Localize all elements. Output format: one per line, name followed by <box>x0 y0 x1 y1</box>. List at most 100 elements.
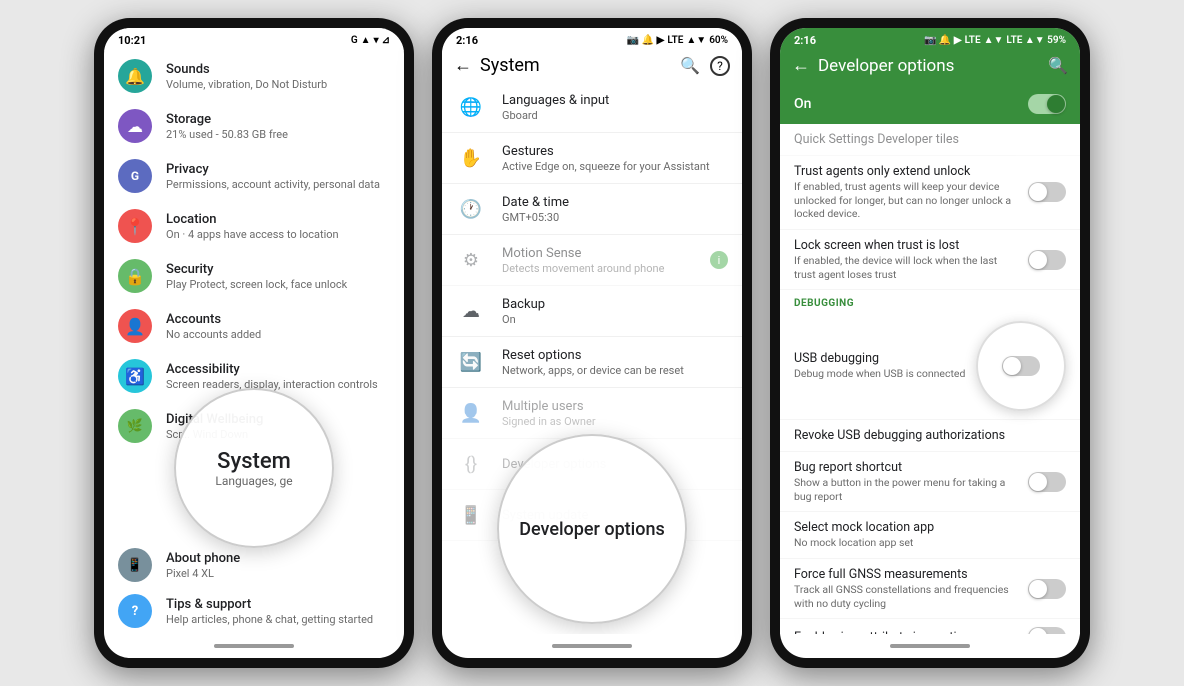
languages-title: Languages & input <box>502 93 728 108</box>
wifi-icon: ▾ <box>374 35 379 46</box>
search-icon-3[interactable]: 🔍 <box>1048 56 1068 75</box>
toggle-thumb <box>1003 357 1021 375</box>
gnss-item[interactable]: Force full GNSS measurements Track all G… <box>780 559 1080 619</box>
list-item[interactable]: ☁ Backup On <box>442 286 742 337</box>
top-icons-3: 🔍 <box>1048 56 1068 75</box>
gestures-icon: ✋ <box>456 143 486 173</box>
top-bar-2: ← System 🔍 ? <box>442 51 742 82</box>
security-subtitle: Play Protect, screen lock, face unlock <box>166 278 390 291</box>
list-item[interactable]: 🔔 Sounds Volume, vibration, Do Not Distu… <box>104 51 404 101</box>
notification-icons-2: 📷 🔔 ▶ <box>627 35 665 46</box>
sounds-icon: 🔔 <box>118 59 152 93</box>
reset-subtitle: Network, apps, or device can be reset <box>502 364 728 377</box>
signal-icon: ▲ <box>361 35 371 46</box>
list-item[interactable]: G Privacy Permissions, account activity,… <box>104 151 404 201</box>
trust-agents-toggle[interactable] <box>1028 182 1066 202</box>
list-item[interactable]: 🔒 Security Play Protect, screen lock, fa… <box>104 251 404 301</box>
lock-screen-item[interactable]: Lock screen when trust is lost If enable… <box>780 230 1080 290</box>
accessibility-title: Accessibility <box>166 362 390 377</box>
trust-agents-item[interactable]: Trust agents only extend unlock If enabl… <box>780 156 1080 230</box>
list-item[interactable]: 🕐 Date & time GMT+05:30 <box>442 184 742 235</box>
usb-debugging-sub: Debug mode when USB is connected <box>794 367 976 381</box>
sounds-subtitle: Volume, vibration, Do Not Disturb <box>166 78 390 91</box>
gnss-toggle[interactable] <box>1028 579 1066 599</box>
nav-bar-3 <box>780 634 1080 658</box>
bug-report-title: Bug report shortcut <box>794 460 1020 475</box>
system-list: 🌐 Languages & input Gboard ✋ Gestures Ac… <box>442 82 742 634</box>
toggle-thumb <box>1029 183 1047 201</box>
about-phone-icon: 📱 <box>118 548 152 582</box>
notification-icons-3: 📷 🔔 ▶ <box>924 35 962 46</box>
list-item[interactable]: ✋ Gestures Active Edge on, squeeze for y… <box>442 133 742 184</box>
mock-location-item[interactable]: Select mock location app No mock locatio… <box>780 512 1080 559</box>
top-icons-2: 🔍 ? <box>680 56 730 76</box>
debugging-section-label: DEBUGGING <box>780 290 1080 313</box>
battery-icon: ⊿ <box>382 35 390 46</box>
phone-2: 2:16 📷 🔔 ▶ LTE ▲▼ 60% ← System 🔍 ? 🌐 Lan… <box>432 18 752 668</box>
list-item[interactable]: 👤 Accounts No accounts added <box>104 301 404 351</box>
on-toggle-row[interactable]: On <box>780 84 1080 124</box>
users-title: Multiple users <box>502 399 728 414</box>
storage-subtitle: 21% used - 50.83 GB free <box>166 128 390 141</box>
list-item[interactable]: 👤 Multiple users Signed in as Owner <box>442 388 742 439</box>
developer-options-circle-text: Developer options <box>519 519 665 540</box>
lock-screen-toggle[interactable] <box>1028 250 1066 270</box>
on-label: On <box>794 96 811 112</box>
usb-toggle-area <box>976 321 1066 411</box>
back-button-3[interactable]: ← <box>792 55 810 76</box>
bug-report-item[interactable]: Bug report shortcut Show a button in the… <box>780 452 1080 512</box>
motion-title: Motion Sense <box>502 246 694 261</box>
circle-sub-text: Languages, ge <box>215 474 292 488</box>
bug-report-toggle[interactable] <box>1028 472 1066 492</box>
top-bar-3: ← Developer options 🔍 <box>780 51 1080 84</box>
search-icon-2[interactable]: 🔍 <box>680 56 700 76</box>
home-indicator-2 <box>552 644 632 648</box>
list-item[interactable]: 🌐 Languages & input Gboard <box>442 82 742 133</box>
quick-settings-title: Quick Settings Developer tiles <box>794 132 1066 147</box>
toggle-thumb <box>1047 95 1065 113</box>
status-icons-3: 📷 🔔 ▶ LTE ▲▼ LTE ▲▼ 59% <box>924 35 1066 46</box>
trust-agents-title: Trust agents only extend unlock <box>794 164 1020 179</box>
view-attr-toggle[interactable] <box>1028 627 1066 634</box>
time-1: 10:21 <box>118 34 146 47</box>
list-item[interactable]: ⚙ Motion Sense Detects movement around p… <box>442 235 742 286</box>
phone-1-screen: 10:21 G ▲ ▾ ⊿ 🔔 Sounds Volume, vibration… <box>104 28 404 658</box>
tips-support-item[interactable]: ? Tips & support Help articles, phone & … <box>104 588 404 634</box>
signal-2: ▲▼ <box>686 35 706 46</box>
gnss-title: Force full GNSS measurements <box>794 567 1020 582</box>
security-icon: 🔒 <box>118 259 152 293</box>
usb-debugging-toggle[interactable] <box>1002 356 1040 376</box>
list-item[interactable]: 📍 Location On · 4 apps have access to lo… <box>104 201 404 251</box>
system-title: System <box>480 55 672 76</box>
developer-on-toggle[interactable] <box>1028 94 1066 114</box>
trust-agents-sub: If enabled, trust agents will keep your … <box>794 180 1020 221</box>
backup-icon: ☁ <box>456 296 486 326</box>
lte-icon-2: LTE <box>667 35 683 46</box>
phone-1: 10:21 G ▲ ▾ ⊿ 🔔 Sounds Volume, vibration… <box>94 18 414 668</box>
gestures-title: Gestures <box>502 144 728 159</box>
home-indicator-1 <box>214 644 294 648</box>
tips-support-icon: ? <box>118 594 152 628</box>
nav-bar-1 <box>104 634 404 658</box>
about-phone-item[interactable]: 📱 About phone Pixel 4 XL <box>104 542 404 588</box>
revoke-usb-item[interactable]: Revoke USB debugging authorizations <box>780 420 1080 452</box>
help-icon-2[interactable]: ? <box>710 56 730 76</box>
usb-debugging-item[interactable]: USB debugging Debug mode when USB is con… <box>780 313 1080 420</box>
system-circle-overlay: System Languages, ge <box>174 388 334 548</box>
list-item[interactable]: ☁ Storage 21% used - 50.83 GB free <box>104 101 404 151</box>
security-title: Security <box>166 262 390 277</box>
status-icons-2: 📷 🔔 ▶ LTE ▲▼ 60% <box>627 35 728 46</box>
privacy-icon: G <box>118 159 152 193</box>
system-update-icon: 📱 <box>456 500 486 530</box>
back-button-2[interactable]: ← <box>454 55 472 76</box>
list-item[interactable]: 🔄 Reset options Network, apps, or device… <box>442 337 742 388</box>
phone-2-screen: 2:16 📷 🔔 ▶ LTE ▲▼ 60% ← System 🔍 ? 🌐 Lan… <box>442 28 742 658</box>
battery-2: 60% <box>709 35 728 46</box>
reset-title: Reset options <box>502 348 728 363</box>
status-icons-1: G ▲ ▾ ⊿ <box>351 35 390 46</box>
developer-options-circle: Developer options <box>497 434 687 624</box>
quick-settings-item[interactable]: Quick Settings Developer tiles <box>780 124 1080 156</box>
view-attr-title: Enable view attribute inspection <box>794 630 1020 634</box>
privacy-title: Privacy <box>166 162 390 177</box>
view-attr-item[interactable]: Enable view attribute inspection <box>780 619 1080 634</box>
